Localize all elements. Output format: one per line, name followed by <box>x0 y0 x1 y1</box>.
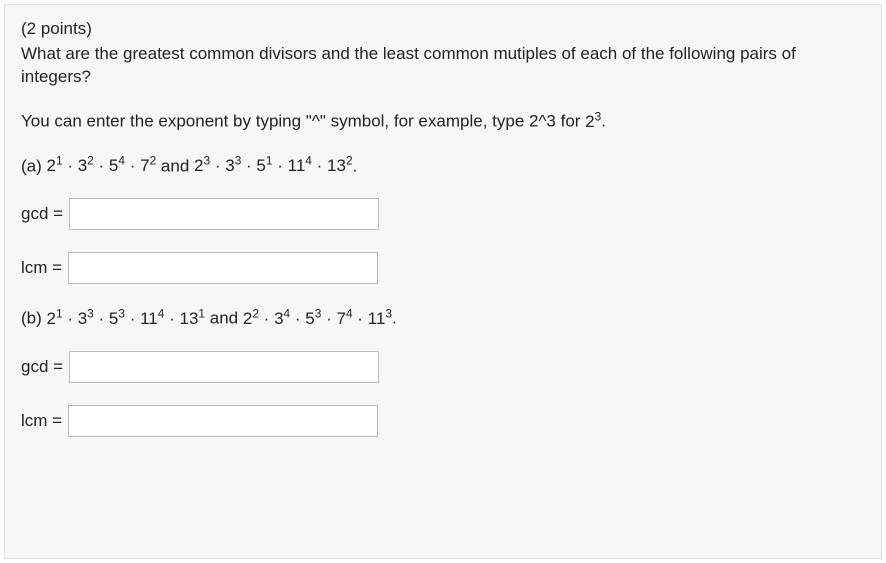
part-a-lcm-row: lcm = <box>21 252 865 284</box>
part-a-expr2: 23 · 33 · 51 · 114 · 132 <box>194 156 353 175</box>
part-a-expr1: 21 · 32 · 54 · 72 <box>47 156 157 175</box>
part-b-lcm-row: lcm = <box>21 405 865 437</box>
lcm-label: lcm = <box>21 411 62 431</box>
part-b-expr1: 21 · 33 · 53 · 114 · 131 <box>47 309 206 328</box>
part-b-gcd-row: gcd = <box>21 351 865 383</box>
lcm-label: lcm = <box>21 258 62 278</box>
part-a-and: and <box>156 156 194 175</box>
hint-example-base: 2 <box>585 112 594 131</box>
part-a-gcd-row: gcd = <box>21 198 865 230</box>
hint-suffix: . <box>601 112 606 131</box>
part-a-label: (a) <box>21 156 47 175</box>
part-a-lcm-input[interactable] <box>68 252 378 284</box>
part-b-expr2: 22 · 34 · 53 · 74 · 113 <box>243 309 392 328</box>
part-a-gcd-input[interactable] <box>69 198 379 230</box>
gcd-label: gcd = <box>21 204 63 224</box>
part-b-and: and <box>205 309 243 328</box>
part-b-terminator: . <box>392 309 397 328</box>
part-b-gcd-input[interactable] <box>69 351 379 383</box>
gcd-label: gcd = <box>21 357 63 377</box>
question-prompt: What are the greatest common divisors an… <box>21 43 865 89</box>
hint-example: 23 <box>585 112 601 131</box>
points-label: (2 points) <box>21 19 865 39</box>
part-b-label: (b) <box>21 309 47 328</box>
part-b-lcm-input[interactable] <box>68 405 378 437</box>
question-container: (2 points) What are the greatest common … <box>4 4 882 559</box>
input-hint: You can enter the exponent by typing "^"… <box>21 109 865 132</box>
part-a-terminator: . <box>353 156 358 175</box>
part-b-expression: (b) 21 · 33 · 53 · 114 · 131 and 22 · 34… <box>21 306 865 329</box>
hint-prefix: You can enter the exponent by typing "^"… <box>21 112 585 131</box>
part-a-expression: (a) 21 · 32 · 54 · 72 and 23 · 33 · 51 ·… <box>21 154 865 177</box>
